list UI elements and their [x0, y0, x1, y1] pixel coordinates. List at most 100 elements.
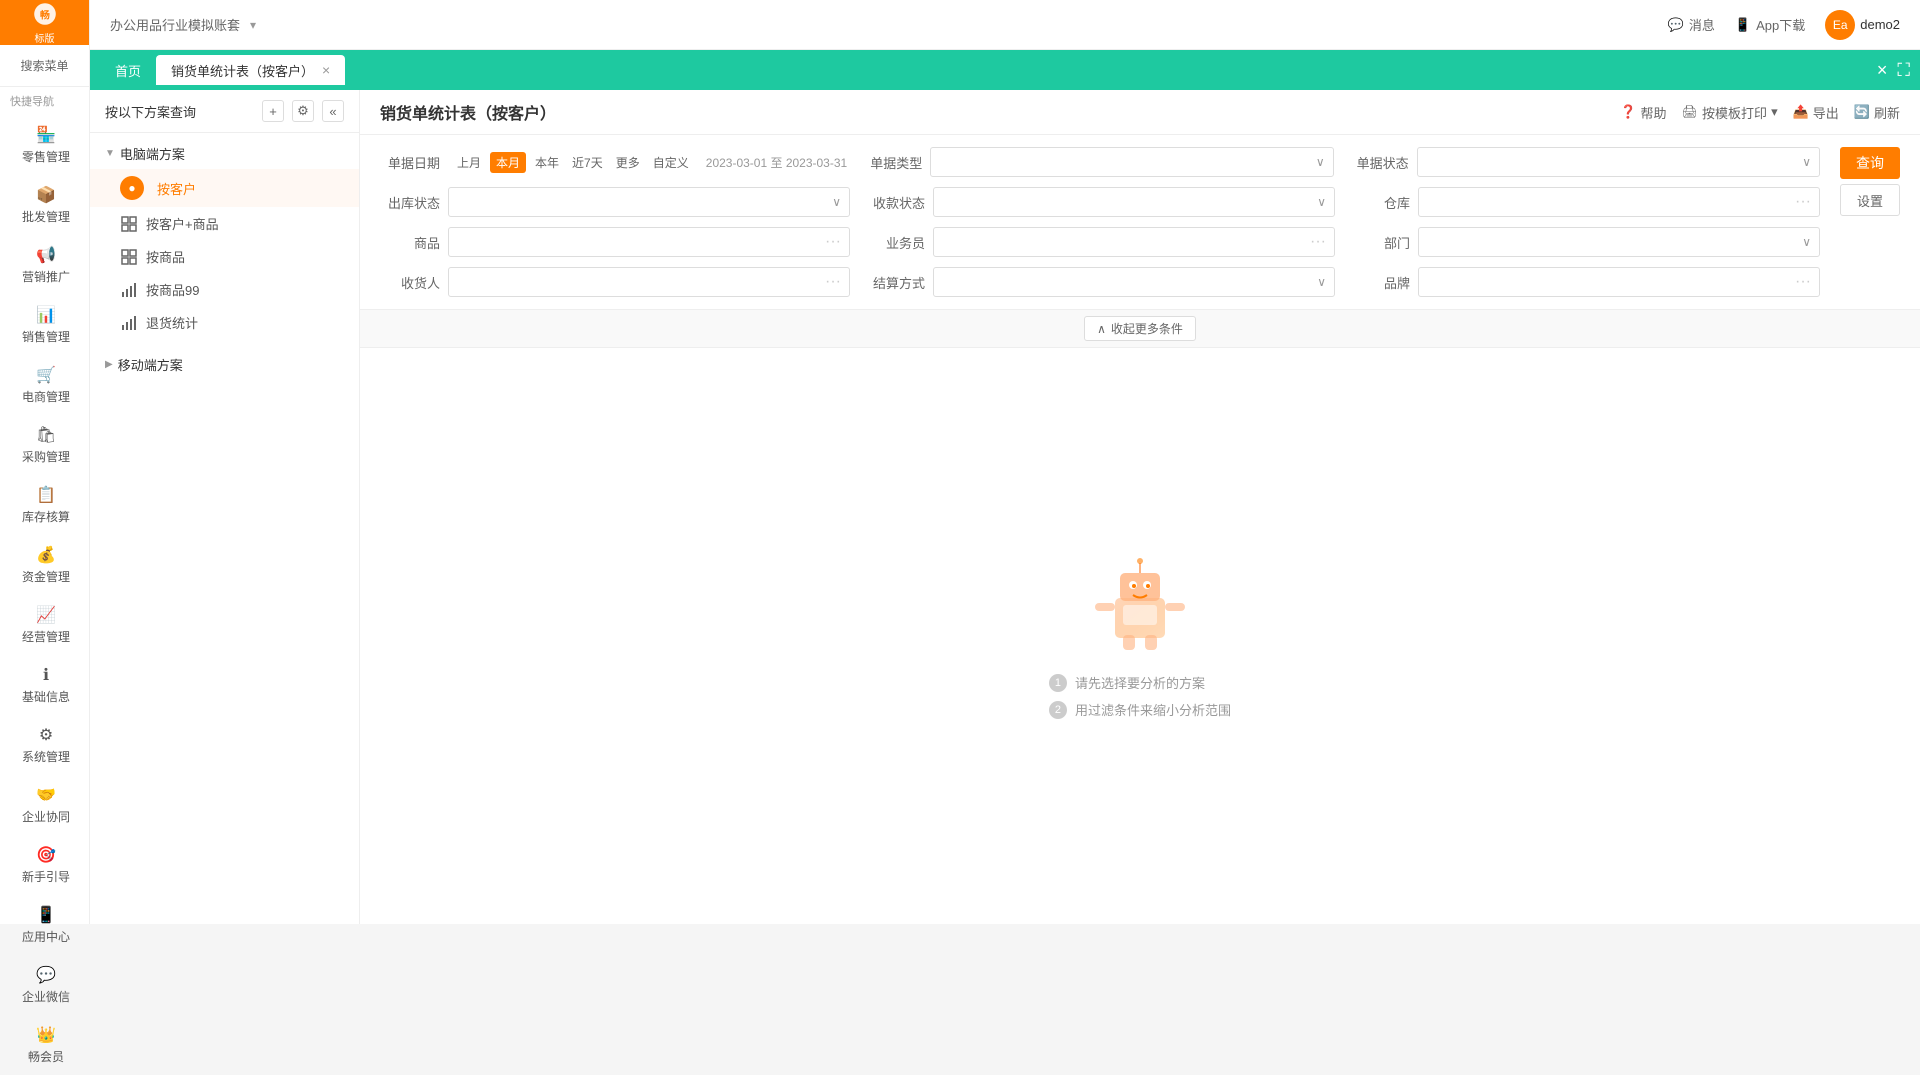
sidebar-item-collaboration[interactable]: 🤝 企业协同 [0, 775, 89, 835]
print-btn[interactable]: 🖨 按模板打印 ▾ [1682, 103, 1778, 122]
empty-state: 1 请先选择要分析的方案 2 用过滤条件来缩小分析范围 [360, 348, 1920, 924]
sidebar-item-finance[interactable]: 💰 资金管理 [0, 535, 89, 595]
date-shortcut-year[interactable]: 本年 [531, 152, 563, 173]
product-99-icon [120, 281, 138, 299]
scheme-settings-icon: ⚙ [297, 103, 309, 119]
tab-home[interactable]: 首页 [100, 55, 156, 85]
sidebar-item-newbie[interactable]: 🎯 新手引导 [0, 835, 89, 895]
app-center-icon: 📱 [36, 905, 56, 925]
print-label: 按模板打印 [1702, 103, 1767, 122]
receiver-input[interactable]: ··· [448, 267, 850, 297]
app-logo: 畅 标版 [0, 0, 89, 45]
sidebar-item-membership[interactable]: 👑 畅会员 [0, 1015, 89, 1075]
scheme-collapse-btn[interactable]: « [322, 100, 344, 122]
scheme-add-btn[interactable]: + [262, 100, 284, 122]
warehouse-input[interactable]: ··· [1418, 187, 1820, 217]
purchase-icon: 🛍 [36, 425, 56, 445]
sidebar-item-basic-info[interactable]: ℹ 基础信息 [0, 655, 89, 715]
order-status-input[interactable]: ∨ [1417, 147, 1820, 177]
scheme-return-stats-label: 退货统计 [146, 313, 198, 332]
date-shortcut-current-month[interactable]: 本月 [490, 152, 526, 173]
app-subtitle: 标版 [35, 30, 55, 45]
export-btn[interactable]: 📤 导出 [1793, 103, 1839, 122]
tip-number-1: 1 [1049, 674, 1067, 692]
tab-sales-stats[interactable]: 销货单统计表（按客户） × [156, 55, 345, 85]
salesperson-input[interactable]: ··· [933, 227, 1335, 257]
empty-tip-2: 2 用过滤条件来缩小分析范围 [1049, 700, 1231, 719]
sidebar-item-wholesale[interactable]: 📦 批发管理 [0, 175, 89, 235]
collapse-more-conditions-btn[interactable]: ∧ 收起更多条件 [1084, 316, 1196, 341]
filter-item-salesperson: 业务员 ··· [865, 227, 1335, 257]
scheme-by-customer[interactable]: ● 按客户 [90, 169, 359, 207]
app-download-label: App下载 [1756, 15, 1805, 34]
settlement-input[interactable]: ∨ [933, 267, 1335, 297]
department-chevron: ∨ [1802, 235, 1811, 249]
filter-item-warehouse: 仓库 ··· [1350, 187, 1820, 217]
date-shortcut-custom[interactable]: 自定义 [649, 152, 693, 173]
avatar: Ea [1825, 10, 1855, 40]
scheme-header: 按以下方案查询 + ⚙ « [90, 90, 359, 133]
brand-input[interactable]: ··· [1418, 267, 1820, 297]
scheme-return-stats[interactable]: 退货统计 [90, 306, 359, 339]
scheme-group-desktop-header[interactable]: ▼ 电脑端方案 [90, 138, 359, 169]
sidebar-item-label-marketing: 营销推广 [22, 268, 70, 285]
date-shortcut-last-month[interactable]: 上月 [453, 152, 485, 173]
company-dropdown-icon[interactable]: ▾ [250, 18, 256, 32]
sidebar-item-marketing[interactable]: 📢 营销推广 [0, 235, 89, 295]
filter-item-product: 商品 ··· [380, 227, 850, 257]
sidebar-item-enterprise-wechat[interactable]: 💬 企业微信 [0, 955, 89, 1015]
sidebar-item-label-membership: 畅会员 [28, 1048, 64, 1065]
message-btn[interactable]: 💬 消息 [1668, 15, 1715, 34]
scheme-by-product[interactable]: 按商品 [90, 240, 359, 273]
ecommerce-icon: 🛒 [36, 365, 56, 385]
user-profile-btn[interactable]: Ea demo2 [1825, 10, 1900, 40]
export-icon: 📤 [1793, 104, 1809, 120]
sidebar-item-purchase[interactable]: 🛍 采购管理 [0, 415, 89, 475]
collection-status-input[interactable]: ∨ [933, 187, 1335, 217]
scheme-by-customer-label: 按客户 [157, 179, 196, 198]
scheme-settings-btn[interactable]: ⚙ [292, 100, 314, 122]
wholesale-icon: 📦 [36, 185, 56, 205]
empty-tip-1: 1 请先选择要分析的方案 [1049, 673, 1231, 692]
tab-close-icon[interactable]: × [322, 63, 330, 77]
tab-maximize-btn[interactable]: ⛶ [1897, 60, 1910, 81]
company-title: 办公用品行业模拟账套 [110, 15, 240, 34]
help-btn[interactable]: ❓ 帮助 [1620, 103, 1666, 122]
sidebar-item-management[interactable]: 📈 经营管理 [0, 595, 89, 655]
sidebar-item-label-system: 系统管理 [22, 748, 70, 765]
avatar-initials: Ea [1833, 18, 1848, 32]
product-input[interactable]: ··· [448, 227, 850, 257]
query-button[interactable]: 查询 [1840, 147, 1900, 179]
logo-icon: 畅 [27, 0, 63, 28]
department-input[interactable]: ∨ [1418, 227, 1820, 257]
print-dropdown-icon: ▾ [1771, 104, 1778, 120]
page-actions: ❓ 帮助 🖨 按模板打印 ▾ 📤 导出 🔄 刷新 [1620, 103, 1900, 122]
order-type-input[interactable]: ∨ [930, 147, 1333, 177]
search-menu-button[interactable]: 搜索菜单 [10, 53, 79, 78]
date-shortcut-more[interactable]: 更多 [612, 152, 644, 173]
filter-item-brand: 品牌 ··· [1350, 267, 1820, 297]
sidebar-item-system[interactable]: ⚙ 系统管理 [0, 715, 89, 775]
sidebar-item-sales[interactable]: 📊 销售管理 [0, 295, 89, 355]
scheme-by-customer-product[interactable]: 按客户+商品 [90, 207, 359, 240]
out-status-input[interactable]: ∨ [448, 187, 850, 217]
tab-minimize-btn[interactable]: × [1877, 60, 1888, 81]
sidebar-item-ecommerce[interactable]: 🛒 电商管理 [0, 355, 89, 415]
collapse-area: ∧ 收起更多条件 [360, 310, 1920, 348]
scheme-by-product-99[interactable]: 按商品99 [90, 273, 359, 306]
tip-text-1: 请先选择要分析的方案 [1075, 673, 1205, 692]
app-download-btn[interactable]: 📱 App下载 [1735, 15, 1805, 34]
sidebar-item-label-app-center: 应用中心 [22, 928, 70, 945]
filter-settings-button[interactable]: 设置 [1840, 184, 1900, 216]
sidebar-item-inventory[interactable]: 📋 库存核算 [0, 475, 89, 535]
filter-item-order-type: 单据类型 ∨ [862, 147, 1333, 177]
sidebar-search-section: 搜索菜单 [0, 45, 89, 87]
sidebar-item-retail[interactable]: 🏪 零售管理 [0, 115, 89, 175]
refresh-btn[interactable]: 🔄 刷新 [1854, 103, 1900, 122]
collapse-icon: ∧ [1097, 322, 1106, 336]
sidebar-item-app-center[interactable]: 📱 应用中心 [0, 895, 89, 955]
scheme-group-mobile-header[interactable]: ▶ 移动端方案 [90, 349, 359, 380]
customer-product-icon [120, 215, 138, 233]
collaboration-icon: 🤝 [36, 785, 56, 805]
date-shortcut-7days[interactable]: 近7天 [568, 152, 607, 173]
